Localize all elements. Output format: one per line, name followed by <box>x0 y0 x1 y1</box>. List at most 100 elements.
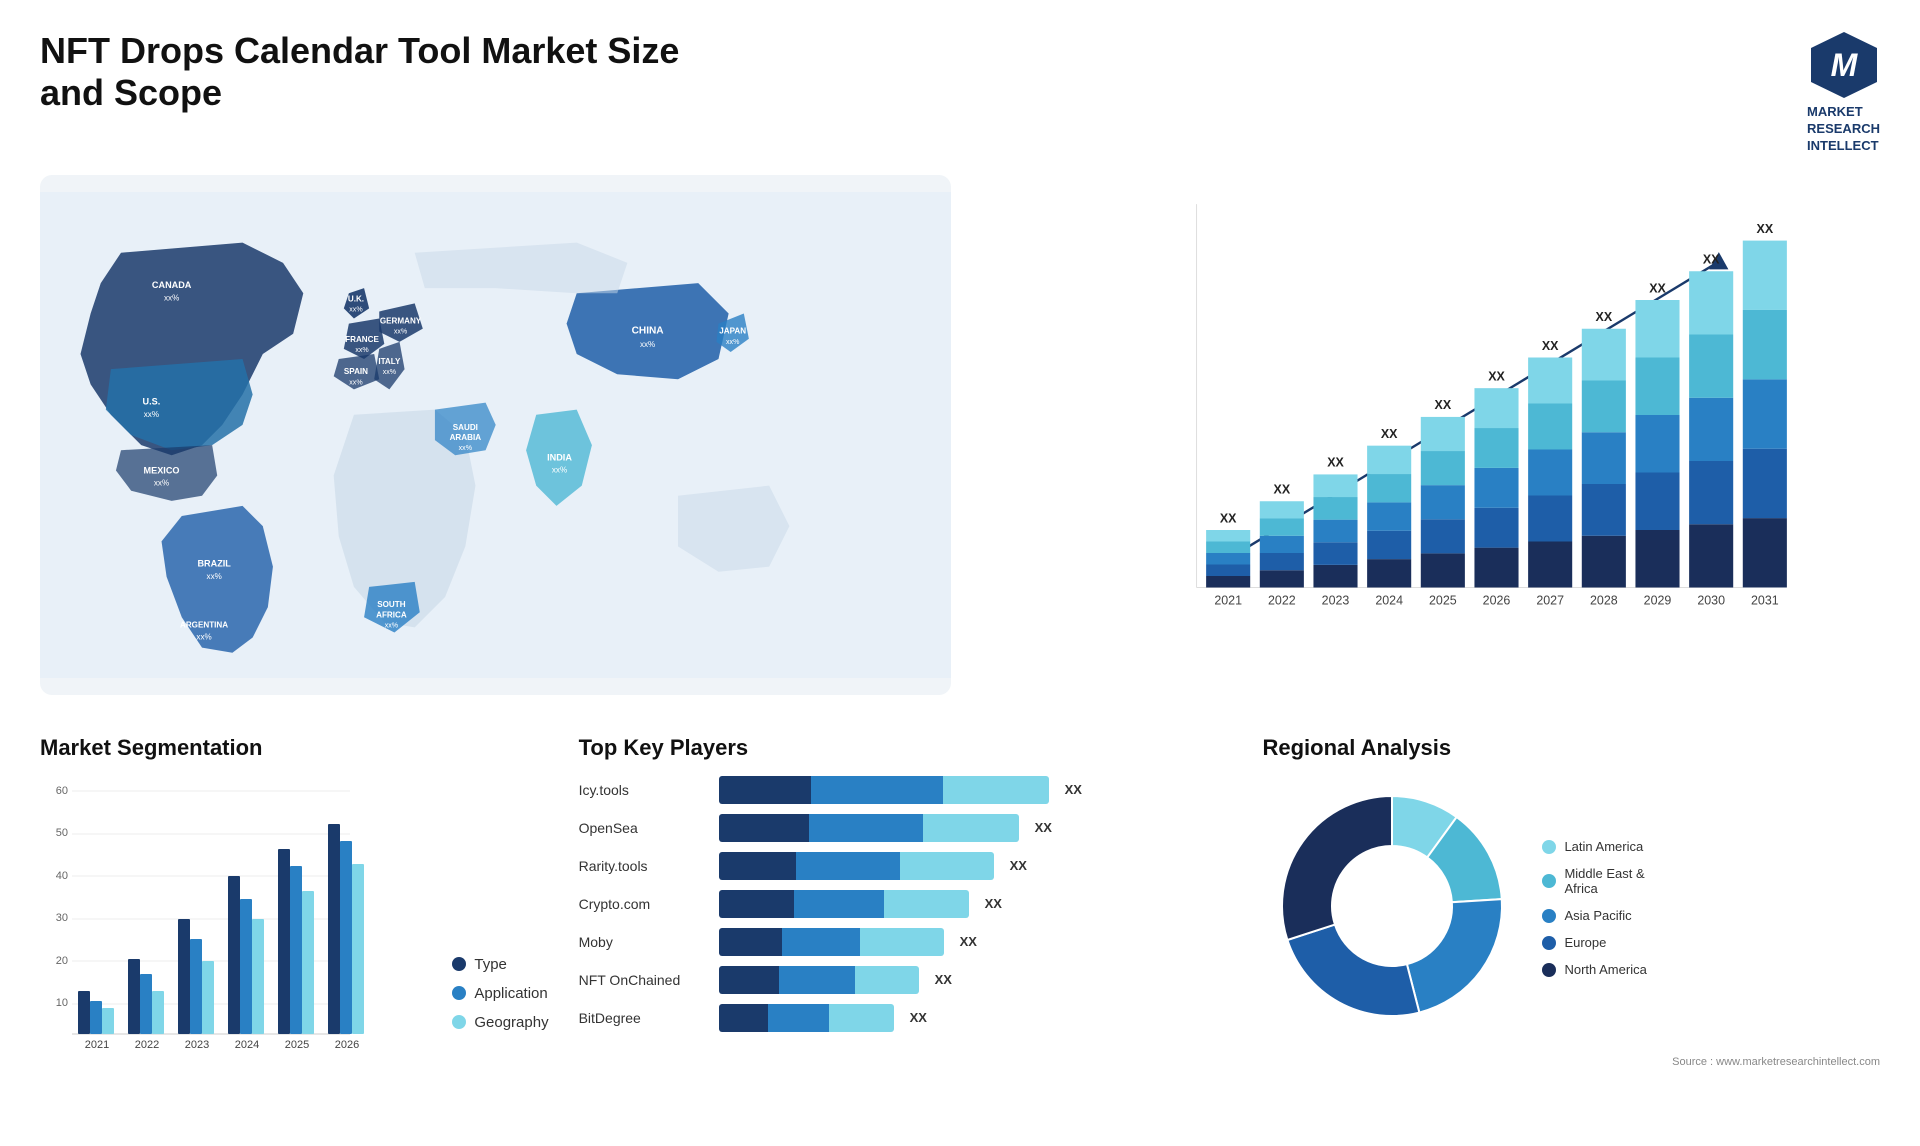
player-bar-segment <box>811 776 943 804</box>
dot-europe <box>1542 936 1556 950</box>
svg-text:U.S.: U.S. <box>143 396 161 406</box>
player-value: XX <box>910 1010 935 1025</box>
legend-middle-east-africa: Middle East &Africa <box>1542 866 1646 896</box>
bar-chart-svg: XX2021XX2022XX2023XX2024XX2025XX2026XX20… <box>1041 185 1870 645</box>
svg-text:xx%: xx% <box>349 378 363 386</box>
legend-latin-america: Latin America <box>1542 839 1646 854</box>
bar-year-label: 2028 <box>1590 593 1618 607</box>
legend-label-application: Application <box>474 985 547 1002</box>
bar-segment <box>1582 432 1626 484</box>
svg-text:xx%: xx% <box>355 346 369 354</box>
player-name: Rarity.tools <box>579 858 709 874</box>
player-value: XX <box>1010 858 1035 873</box>
bar-year-label: 2031 <box>1751 593 1779 607</box>
player-value: XX <box>1065 782 1090 797</box>
player-value: XX <box>935 972 960 987</box>
player-bar-segment <box>884 890 969 918</box>
bar-year-label: 2025 <box>1429 593 1457 607</box>
svg-text:U.K.: U.K. <box>348 294 364 303</box>
dot-asia-pacific <box>1542 909 1556 923</box>
bar-segment <box>1529 357 1573 403</box>
bar-segment <box>1368 474 1412 502</box>
bar-segment <box>1743 379 1787 448</box>
player-value: XX <box>960 934 985 949</box>
player-row: Rarity.tools XX <box>579 852 1233 880</box>
label-middle-east-africa: Middle East &Africa <box>1564 866 1644 896</box>
svg-text:2025: 2025 <box>285 1039 309 1051</box>
regional-legend: Latin America Middle East &Africa Asia P… <box>1542 839 1646 977</box>
player-bar <box>719 1004 894 1032</box>
player-bar <box>719 966 919 994</box>
player-value: XX <box>1035 820 1060 835</box>
player-row: NFT OnChained XX <box>579 966 1233 994</box>
svg-text:50: 50 <box>56 827 68 839</box>
legend-north-america: North America <box>1542 962 1646 977</box>
svg-text:2022: 2022 <box>135 1039 159 1051</box>
world-map: CANADA xx% U.S. xx% MEXICO xx% BRAZIL xx… <box>40 175 951 695</box>
player-bar-segment <box>855 966 919 994</box>
player-name: Icy.tools <box>579 782 709 798</box>
donut-chart-svg <box>1262 776 1522 1036</box>
bar-year-label: 2030 <box>1698 593 1726 607</box>
bar-segment <box>1743 240 1787 309</box>
player-name: BitDegree <box>579 1010 709 1026</box>
bar-segment <box>1743 310 1787 379</box>
label-latin-america: Latin America <box>1564 839 1643 854</box>
bar-segment <box>1636 415 1680 473</box>
dot-latin-america <box>1542 840 1556 854</box>
top-section: CANADA xx% U.S. xx% MEXICO xx% BRAZIL xx… <box>40 175 1880 695</box>
label-asia-pacific: Asia Pacific <box>1564 908 1631 923</box>
svg-text:60: 60 <box>56 785 68 797</box>
svg-text:xx%: xx% <box>385 621 399 629</box>
bar-value-label: XX <box>1703 252 1720 266</box>
bar-year-label: 2021 <box>1215 593 1243 607</box>
page-title: NFT Drops Calendar Tool Market Size and … <box>40 30 740 114</box>
bar-segment <box>1260 570 1304 587</box>
player-row: OpenSea XX <box>579 814 1233 842</box>
player-bar-segment <box>923 814 1019 842</box>
source-text: Source : www.marketresearchintellect.com <box>1262 1056 1880 1068</box>
svg-text:xx%: xx% <box>349 305 363 313</box>
donut-segment <box>1288 924 1420 1015</box>
player-name: NFT OnChained <box>579 972 709 988</box>
bar-segment <box>1475 468 1519 508</box>
player-name: Moby <box>579 934 709 950</box>
svg-text:2021: 2021 <box>85 1039 109 1051</box>
svg-text:SPAIN: SPAIN <box>344 367 368 376</box>
bar-segment <box>1368 502 1412 530</box>
svg-text:CHINA: CHINA <box>632 325 665 336</box>
bar-segment <box>1690 461 1734 524</box>
bar-segment <box>1421 451 1465 485</box>
bar-year-label: 2023 <box>1322 593 1350 607</box>
bar-segment <box>1314 565 1358 588</box>
svg-text:INDIA: INDIA <box>547 452 572 462</box>
player-bar-segment <box>794 890 884 918</box>
dot-middle-east-africa <box>1542 874 1556 888</box>
svg-text:xx%: xx% <box>144 409 159 418</box>
bar-value-label: XX <box>1650 281 1667 295</box>
svg-text:FRANCE: FRANCE <box>345 335 379 344</box>
player-name: OpenSea <box>579 820 709 836</box>
bar-segment <box>1260 518 1304 535</box>
bar-segment <box>1636 300 1680 358</box>
legend-application: Application <box>452 985 548 1002</box>
legend-type: Type <box>452 956 548 973</box>
svg-text:MEXICO: MEXICO <box>144 465 180 475</box>
bar-segment <box>1421 553 1465 587</box>
svg-text:40: 40 <box>56 870 68 882</box>
segmentation-chart-svg: 60 50 40 30 20 10 <box>40 776 380 1056</box>
svg-text:GERMANY: GERMANY <box>380 316 422 325</box>
bar-value-label: XX <box>1757 222 1774 236</box>
player-bar <box>719 776 1049 804</box>
segmentation-area: Market Segmentation 60 50 40 30 20 10 <box>40 725 549 1078</box>
bar-segment <box>1636 530 1680 588</box>
svg-text:BRAZIL: BRAZIL <box>197 558 231 568</box>
page-header: NFT Drops Calendar Tool Market Size and … <box>40 30 1880 155</box>
svg-text:30: 30 <box>56 912 68 924</box>
player-bar-segment <box>719 814 809 842</box>
bar-segment <box>1314 497 1358 520</box>
bar-segment <box>1421 485 1465 519</box>
bar-segment <box>1207 553 1251 565</box>
bar-segment <box>1690 524 1734 587</box>
bar-segment <box>1260 501 1304 518</box>
